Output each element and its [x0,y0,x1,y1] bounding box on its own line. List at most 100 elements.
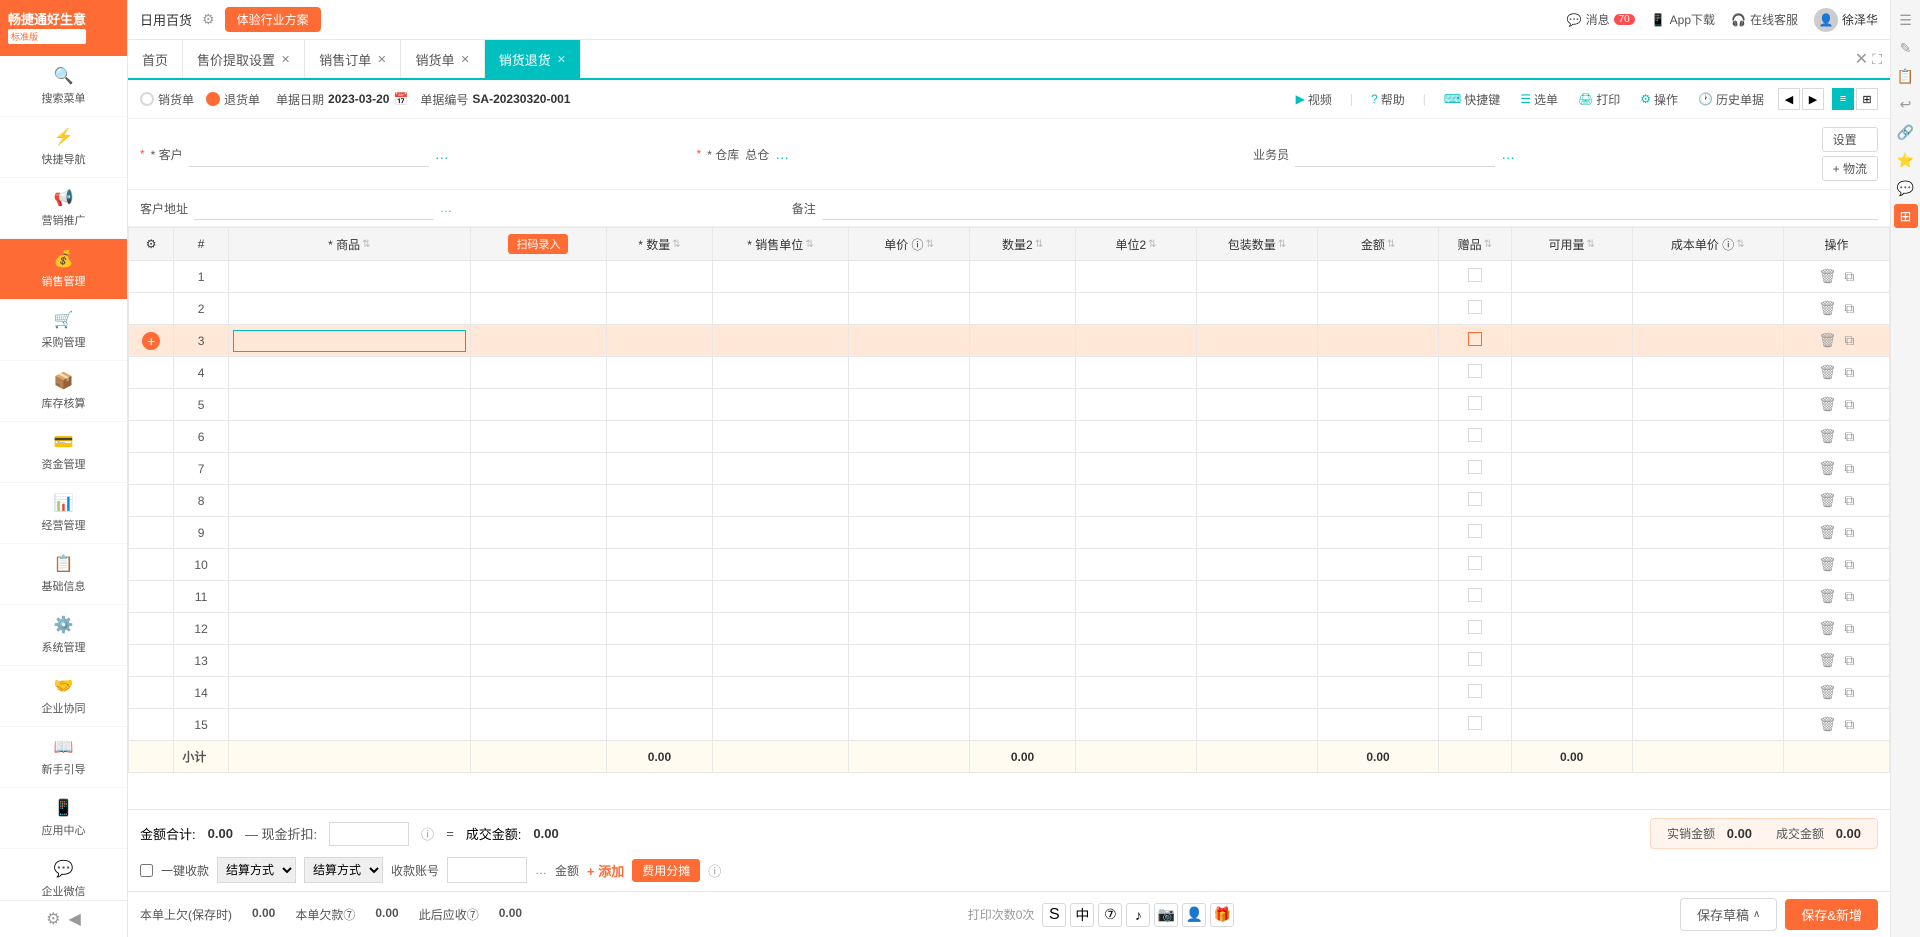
row-avail[interactable] [1511,453,1632,485]
row-gift[interactable] [1439,517,1512,549]
collapse-icon[interactable]: ◀ [69,909,81,929]
grid-view-button[interactable]: ⊞ [1856,88,1878,110]
row-qty2[interactable] [970,709,1076,741]
row-cost[interactable] [1632,517,1783,549]
row-gift[interactable] [1439,709,1512,741]
operate-button[interactable]: ⚙ 操作 [1634,89,1684,110]
salesperson-input[interactable] [1295,141,1495,167]
row-pkg[interactable] [1197,389,1318,421]
row-gift[interactable] [1439,357,1512,389]
row-qty[interactable] [607,645,713,677]
row-avail[interactable] [1511,581,1632,613]
row-cost[interactable] [1632,325,1783,357]
sidebar-item-search[interactable]: 🔍 搜索菜单 [0,56,127,117]
row-avail[interactable] [1511,389,1632,421]
row-delete-button[interactable]: 🗑 [1817,330,1839,351]
th-qty[interactable]: * 数量 ⇅ [607,228,713,261]
online-service-button[interactable]: 🎧 在线客服 [1731,11,1798,28]
row-amount[interactable] [1318,485,1439,517]
warehouse-expand-icon[interactable]: … [775,146,789,162]
row-unit2[interactable] [1075,709,1196,741]
sidebar-item-marketing[interactable]: 📢 营销推广 [0,178,127,239]
row-qty[interactable] [607,677,713,709]
row-gift[interactable] [1439,261,1512,293]
row-amount[interactable] [1318,517,1439,549]
row-unit2[interactable] [1075,357,1196,389]
fee-split-button[interactable]: 费用分摊 [632,859,700,882]
sidebar-item-purchase[interactable]: 🛒 采购管理 [0,300,127,361]
sidebar-item-basic[interactable]: 📋 基础信息 [0,544,127,605]
row-pkg[interactable] [1197,421,1318,453]
gift-checkbox[interactable] [1468,524,1482,538]
row-price[interactable] [849,581,970,613]
row-price[interactable] [849,613,970,645]
row-avail[interactable] [1511,549,1632,581]
row-unit[interactable] [712,645,848,677]
sidebar-item-inventory[interactable]: 📦 库存核算 [0,361,127,422]
row-unit2[interactable] [1075,549,1196,581]
row-gift[interactable] [1439,581,1512,613]
row-qty2[interactable] [970,645,1076,677]
add-button[interactable]: + 添加 [587,861,624,880]
row-price[interactable] [849,645,970,677]
tab-sales-return[interactable]: 销货退货 ✕ [485,40,581,79]
row-delete-button[interactable]: 🗑 [1817,426,1839,447]
sidebar-item-wechat[interactable]: 💬 企业微信 [0,849,127,900]
maximize-icon[interactable]: ⛶ [1872,51,1882,68]
th-product[interactable]: * 商品 ⇅ [228,228,470,261]
row-price[interactable] [849,389,970,421]
row-pkg[interactable] [1197,549,1318,581]
quick-icon-6[interactable]: 👤 [1182,903,1206,927]
row-product[interactable] [228,261,470,293]
row-amount[interactable] [1318,549,1439,581]
save-new-button[interactable]: 保存&新增 [1785,899,1878,930]
row-product[interactable] [228,709,470,741]
row-unit2[interactable] [1075,389,1196,421]
barcode-scan-button[interactable]: 扫码录入 [508,234,568,254]
row-delete-button[interactable]: 🗑 [1817,362,1839,383]
row-delete-button[interactable]: 🗑 [1817,554,1839,575]
row-product[interactable] [228,389,470,421]
row-copy-button[interactable]: ⧉ [1842,426,1856,447]
row-delete-button[interactable]: 🗑 [1817,522,1839,543]
row-pkg[interactable] [1197,453,1318,485]
row-amount[interactable] [1318,389,1439,421]
tab-home[interactable]: 首页 [128,40,183,79]
rs-icon-1[interactable]: ☰ [1894,8,1918,32]
row-unit[interactable] [712,421,848,453]
settings-icon[interactable]: ⚙ [202,11,215,28]
row-copy-button[interactable]: ⧉ [1842,586,1856,607]
row-gift[interactable] [1439,549,1512,581]
row-pkg[interactable] [1197,677,1318,709]
cash-discount-input[interactable] [329,822,409,846]
row-price[interactable] [849,485,970,517]
row-copy-button[interactable]: ⧉ [1842,394,1856,415]
row-unit[interactable] [712,549,848,581]
gift-checkbox[interactable] [1468,716,1482,730]
gift-checkbox[interactable] [1468,300,1482,314]
row-gift[interactable] [1439,421,1512,453]
row-delete-button[interactable]: 🗑 [1817,682,1839,703]
row-unit[interactable] [712,325,848,357]
th-gear[interactable]: ⚙ [129,228,174,261]
hotkey-button[interactable]: ⌨ 快捷键 [1438,89,1506,110]
row-unit2[interactable] [1075,613,1196,645]
row-amount[interactable] [1318,325,1439,357]
row-qty[interactable] [607,453,713,485]
row-qty2[interactable] [970,613,1076,645]
row-delete-button[interactable]: 🗑 [1817,490,1839,511]
row-qty2[interactable] [970,581,1076,613]
row-amount[interactable] [1318,421,1439,453]
row-delete-button[interactable]: 🗑 [1817,714,1839,735]
row-avail[interactable] [1511,677,1632,709]
row-product[interactable] [228,549,470,581]
row-product[interactable] [228,645,470,677]
row-qty2[interactable] [970,549,1076,581]
account-input[interactable] [447,857,527,883]
row-pkg[interactable] [1197,613,1318,645]
sidebar-item-guide[interactable]: 📖 新手引导 [0,727,127,788]
rs-icon-8[interactable]: ⊞ [1894,204,1918,228]
gift-checkbox[interactable] [1468,332,1482,346]
settlement-method-select[interactable]: 结算方式 [217,857,296,883]
row-unit[interactable] [712,485,848,517]
